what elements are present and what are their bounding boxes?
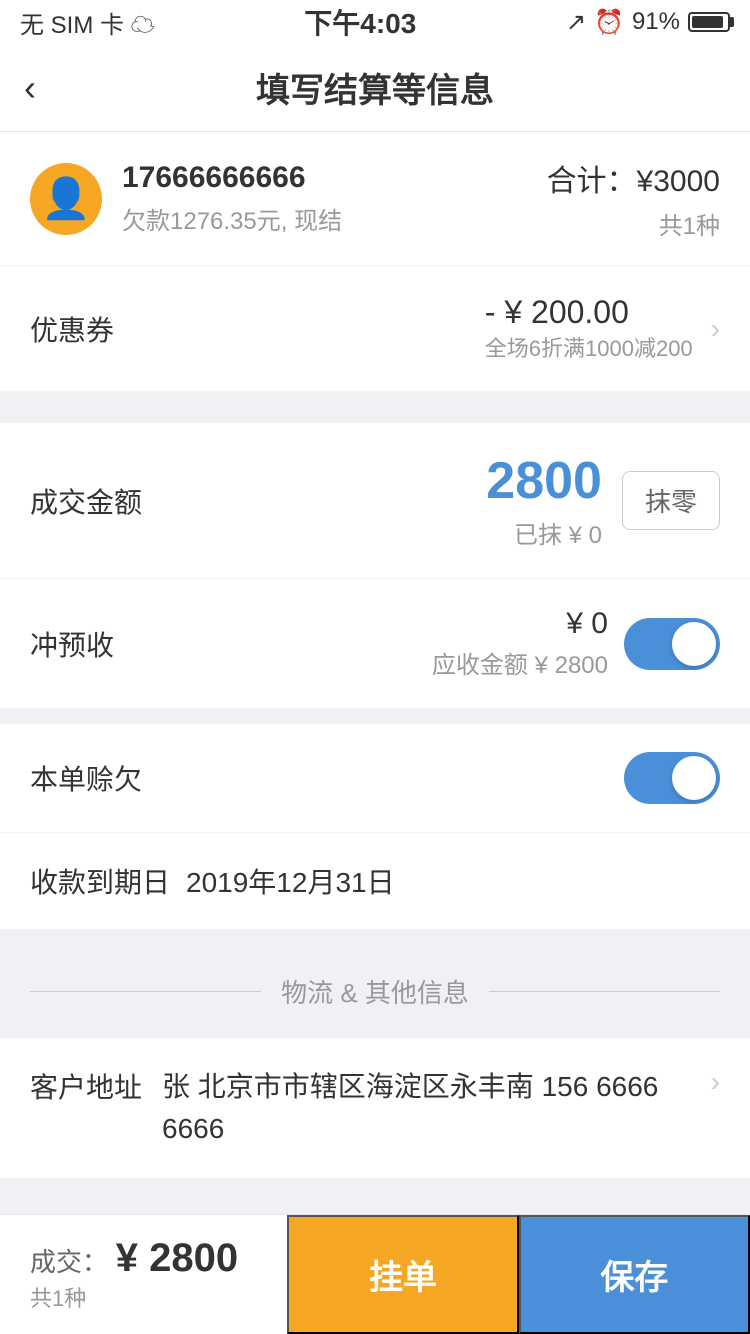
form-section-2: 本单赊欠 收款到期日 2019年12月31日 (0, 724, 750, 929)
section-gap-3 (0, 929, 750, 945)
location-icon: ↗ (566, 8, 586, 37)
bottom-deal-label-row: 成交： ¥ 2800 (30, 1236, 257, 1281)
pre-collect-main: ¥ 0 (432, 607, 608, 641)
bottom-bar: 成交： ¥ 2800 共1种 挂单 保存 (0, 1214, 750, 1334)
bottom-deal-label: 成交： (30, 1247, 108, 1277)
coupon-right: - ¥ 200.00 全场6折满1000减200 › (485, 294, 720, 363)
avatar: 👤 (30, 163, 102, 235)
status-left: 无 SIM 卡 ☁ (20, 5, 155, 40)
logistics-text: 物流 & 其他信息 (281, 973, 469, 1010)
customer-total: 合计：¥3000 共1种 (547, 156, 720, 241)
deal-amount-right: 2800 已抹 ¥ 0 抹零 (486, 451, 720, 550)
status-right: ↗ ⏰ 91% (566, 8, 730, 37)
section-gap-1 (0, 407, 750, 423)
address-label: 客户地址 (30, 1066, 142, 1106)
address-row[interactable]: 客户地址 张 北京市市辖区海淀区永丰南 156 6666 6666 › (0, 1038, 750, 1178)
customer-phone: 17666666666 (122, 161, 547, 195)
section-gap-2 (0, 708, 750, 724)
pre-collect-amounts: ¥ 0 应收金额 ¥ 2800 (432, 607, 608, 680)
defer-label: 本单赊欠 (30, 758, 142, 798)
deal-amount-value: 2800 (486, 451, 602, 511)
customer-details: 17666666666 欠款1276.35元, 现结 (122, 161, 547, 236)
logistics-divider: 物流 & 其他信息 (0, 945, 750, 1038)
coupon-desc: 全场6折满1000减200 (485, 331, 693, 363)
defer-toggle[interactable] (624, 752, 720, 804)
back-icon: ‹ (24, 67, 36, 109)
sim-label: 无 SIM 卡 ☁ (20, 5, 155, 40)
total-sub: 共1种 (547, 206, 720, 241)
back-button[interactable]: ‹ (24, 67, 36, 109)
coupon-discount: - ¥ 200.00 (485, 294, 693, 331)
coupon-label: 优惠券 (30, 309, 114, 349)
pre-collect-sub: 应收金额 ¥ 2800 (432, 645, 608, 680)
customer-info-card: 👤 17666666666 欠款1276.35元, 现结 合计：¥3000 共1… (0, 132, 750, 391)
form-section-1: 成交金额 2800 已抹 ¥ 0 抹零 冲预收 ¥ 0 应收金额 ¥ 2800 (0, 423, 750, 708)
due-date-value: 2019年12月31日 (186, 861, 395, 901)
bottom-deal-amount: ¥ 2800 (116, 1236, 238, 1280)
pre-collect-row: 冲预收 ¥ 0 应收金额 ¥ 2800 (0, 579, 750, 708)
address-value: 张 北京市市辖区海淀区永丰南 156 6666 6666 (162, 1066, 703, 1150)
avatar-icon: 👤 (41, 175, 91, 222)
coupon-chevron-icon: › (711, 313, 720, 345)
status-bar: 无 SIM 卡 ☁ 下午4:03 ↗ ⏰ 91% (0, 0, 750, 44)
coupon-row[interactable]: 优惠券 - ¥ 200.00 全场6折满1000减200 › (0, 265, 750, 391)
wipe-button[interactable]: 抹零 (622, 471, 720, 530)
pre-collect-toggle[interactable] (624, 618, 720, 670)
pre-collect-right: ¥ 0 应收金额 ¥ 2800 (432, 607, 720, 680)
battery-icon (688, 12, 730, 32)
customer-info-row: 👤 17666666666 欠款1276.35元, 现结 合计：¥3000 共1… (0, 132, 750, 265)
already-wiped: 已抹 ¥ 0 (486, 515, 602, 550)
save-button[interactable]: 保存 (519, 1215, 750, 1334)
defer-row: 本单赊欠 (0, 724, 750, 832)
bottom-summary: 成交： ¥ 2800 共1种 (0, 1236, 287, 1313)
logistics-line-left (30, 991, 261, 992)
deal-amount-row: 成交金额 2800 已抹 ¥ 0 抹零 (0, 423, 750, 579)
nav-bar: ‹ 填写结算等信息 (0, 44, 750, 132)
logistics-line-right (489, 991, 720, 992)
due-date-row: 收款到期日 2019年12月31日 (0, 832, 750, 929)
customer-sub: 欠款1276.35元, 现结 (122, 201, 547, 236)
total-amount: 合计：¥3000 (547, 156, 720, 200)
toggle-knob (672, 622, 716, 666)
battery-percent: 91% (632, 8, 680, 36)
deal-amount-label: 成交金额 (30, 481, 142, 521)
page-title: 填写结算等信息 (256, 63, 494, 112)
address-chevron-icon: › (711, 1066, 720, 1098)
defer-toggle-knob (672, 756, 716, 800)
pre-collect-label: 冲预收 (30, 624, 114, 664)
due-date-label: 收款到期日 (30, 861, 170, 901)
pending-button[interactable]: 挂单 (287, 1215, 518, 1334)
alarm-icon: ⏰ (594, 8, 624, 37)
deal-amount-col: 2800 已抹 ¥ 0 (486, 451, 602, 550)
status-time: 下午4:03 (304, 2, 416, 42)
bottom-deal-sub: 共1种 (30, 1281, 257, 1313)
